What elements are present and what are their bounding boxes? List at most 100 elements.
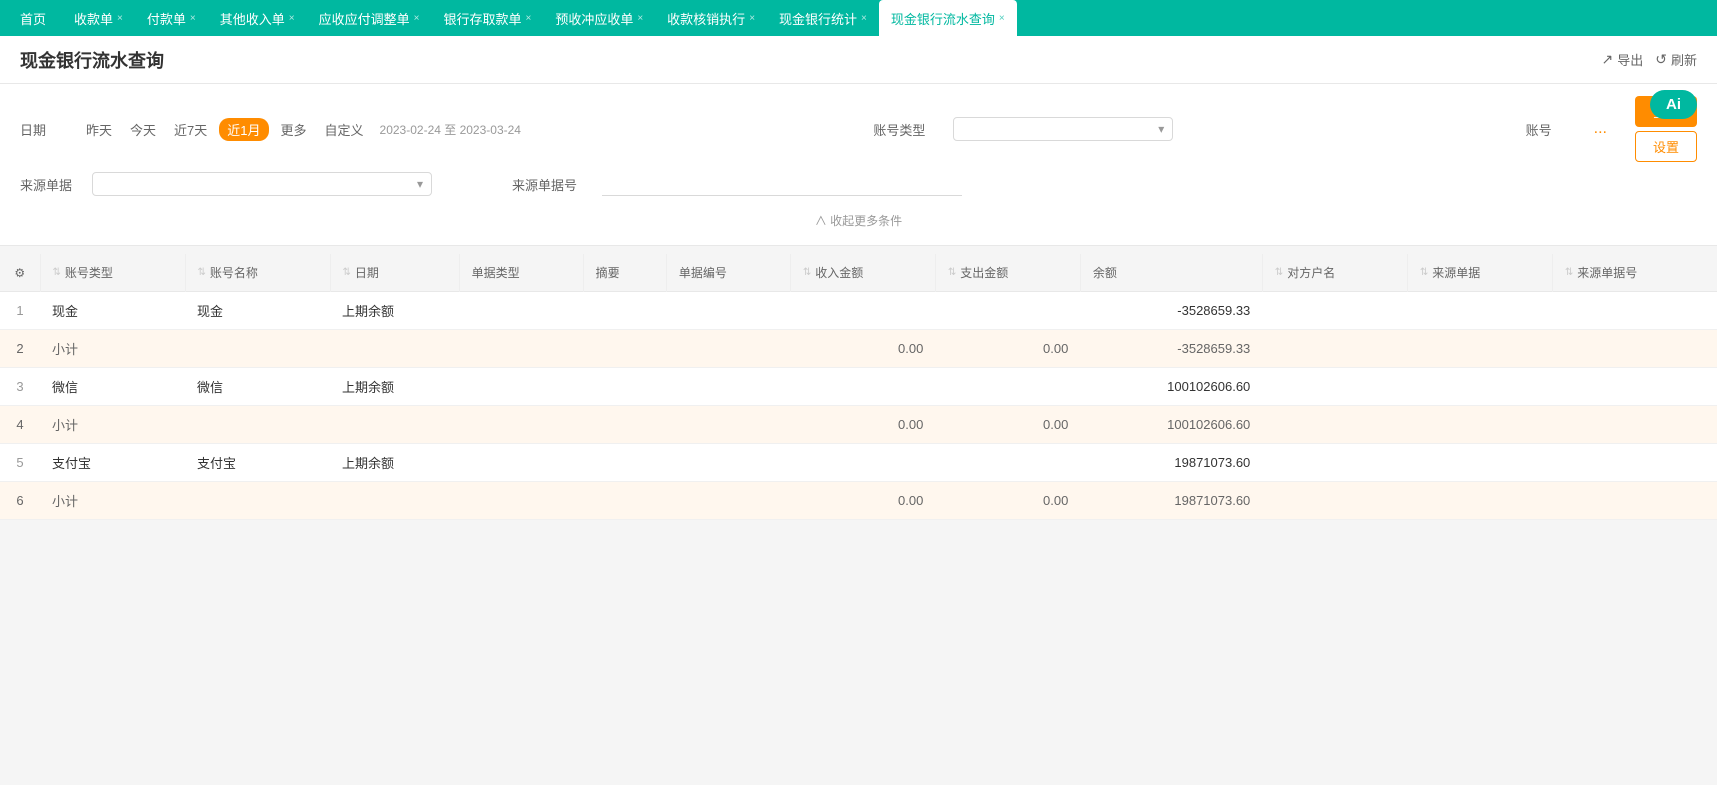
sort-icon-4: ⇅ <box>803 267 811 278</box>
th-source-doc-no[interactable]: ⇅来源单据号 <box>1552 254 1717 292</box>
nav-item-ar-ap-adjust[interactable]: 应收应付调整单 × <box>307 0 432 36</box>
table-cell: 支付宝 <box>40 444 185 482</box>
table-cell: 0.00 <box>790 330 935 368</box>
nav-item-home[interactable]: 首页 <box>4 0 62 36</box>
table-row[interactable]: 2小计0.000.00-3528659.33 <box>0 330 1717 368</box>
nav-close-receipt[interactable]: × <box>117 13 123 24</box>
nav-close-payment[interactable]: × <box>190 13 196 24</box>
th-doc-type: 单据类型 <box>459 254 583 292</box>
table-cell <box>1552 292 1717 330</box>
top-navigation: 首页 收款单 × 付款单 × 其他收入单 × 应收应付调整单 × 银行存取款单 … <box>0 0 1717 36</box>
nav-close-prepay[interactable]: × <box>637 13 643 24</box>
filter-area: 日期 昨天 今天 近7天 近1月 更多 自定义 2023-02-24 至 202… <box>0 84 1717 246</box>
nav-close-cash-flow[interactable]: × <box>999 13 1005 24</box>
nav-item-payment[interactable]: 付款单 × <box>135 0 208 36</box>
table-cell <box>935 368 1080 406</box>
table-cell <box>666 368 790 406</box>
table-cell: 5 <box>0 444 40 482</box>
date-btn-today[interactable]: 今天 <box>124 118 162 141</box>
date-btn-7days[interactable]: 近7天 <box>168 118 213 141</box>
export-button[interactable]: ↗ 导出 <box>1602 50 1644 69</box>
date-btn-yesterday[interactable]: 昨天 <box>80 118 118 141</box>
table-cell <box>583 330 666 368</box>
nav-label-write-off: 收款核销执行 <box>667 9 745 28</box>
th-expense[interactable]: ⇅支出金额 <box>935 254 1080 292</box>
table-cell <box>1407 368 1552 406</box>
table-cell <box>1262 368 1407 406</box>
refresh-button[interactable]: ↺ 刷新 <box>1655 50 1697 69</box>
source-doc-select[interactable]: ▾ <box>92 172 432 196</box>
table-cell <box>459 406 583 444</box>
table-cell <box>1407 444 1552 482</box>
date-btn-custom[interactable]: 自定义 <box>319 118 370 141</box>
nav-item-bank-deposit[interactable]: 银行存取款单 × <box>431 0 543 36</box>
nav-label-cash-flow: 现金银行流水查询 <box>891 9 995 28</box>
nav-close-other-income[interactable]: × <box>289 13 295 24</box>
table-area: ⚙ ⇅账号类型 ⇅账号名称 ⇅日期 单据类型 摘要 单据编号 ⇅收入金额 <box>0 254 1717 520</box>
table-row[interactable]: 4小计0.000.00100102606.60 <box>0 406 1717 444</box>
table-row[interactable]: 1现金现金上期余额-3528659.33 <box>0 292 1717 330</box>
account-no-filter-label: 账号 <box>1526 120 1566 139</box>
table-cell: 100102606.60 <box>1080 406 1262 444</box>
gear-icon[interactable]: ⚙ <box>14 266 25 280</box>
nav-item-cash-flow[interactable]: 现金银行流水查询 × <box>879 0 1017 36</box>
account-type-filter-label: 账号类型 <box>873 120 933 139</box>
table-cell <box>1262 482 1407 520</box>
nav-item-prepay[interactable]: 预收冲应收单 × <box>543 0 655 36</box>
nav-item-other-income[interactable]: 其他收入单 × <box>208 0 307 36</box>
th-gear[interactable]: ⚙ <box>0 254 40 292</box>
table-cell: 小计 <box>40 482 185 520</box>
table-cell: 0.00 <box>935 406 1080 444</box>
page-title: 现金银行流水查询 <box>20 47 164 73</box>
table-cell <box>1262 330 1407 368</box>
settings-button[interactable]: 设置 <box>1635 131 1697 162</box>
nav-item-cash-stat[interactable]: 现金银行统计 × <box>767 0 879 36</box>
dots-button[interactable]: ... <box>1586 120 1615 138</box>
nav-item-write-off[interactable]: 收款核销执行 × <box>655 0 767 36</box>
nav-close-bank-deposit[interactable]: × <box>525 13 531 24</box>
sort-icon-6: ⇅ <box>1275 267 1283 278</box>
table-cell <box>583 482 666 520</box>
table-cell: 现金 <box>185 292 330 330</box>
source-doc-no-input[interactable] <box>602 172 962 196</box>
ai-assistant-badge[interactable]: Ai <box>1650 90 1697 119</box>
table-cell: 小计 <box>40 406 185 444</box>
table-cell <box>666 406 790 444</box>
nav-item-receipt[interactable]: 收款单 × <box>62 0 135 36</box>
table-cell <box>935 444 1080 482</box>
th-date[interactable]: ⇅日期 <box>330 254 459 292</box>
date-btn-1month[interactable]: 近1月 <box>219 118 268 141</box>
table-cell <box>1262 444 1407 482</box>
table-row[interactable]: 6小计0.000.0019871073.60 <box>0 482 1717 520</box>
sort-icon-7: ⇅ <box>1420 267 1428 278</box>
chevron-down-icon-2: ▾ <box>417 177 423 191</box>
th-source-doc[interactable]: ⇅来源单据 <box>1407 254 1552 292</box>
table-cell <box>666 444 790 482</box>
table-cell: 0.00 <box>790 406 935 444</box>
table-cell <box>1262 406 1407 444</box>
table-cell: -3528659.33 <box>1080 330 1262 368</box>
th-income[interactable]: ⇅收入金额 <box>790 254 935 292</box>
th-balance: 余额 <box>1080 254 1262 292</box>
table-cell <box>790 444 935 482</box>
nav-label-payment: 付款单 <box>147 9 186 28</box>
table-row[interactable]: 3微信微信上期余额100102606.60 <box>0 368 1717 406</box>
nav-close-cash-stat[interactable]: × <box>861 13 867 24</box>
table-row[interactable]: 5支付宝支付宝上期余额19871073.60 <box>0 444 1717 482</box>
source-doc-no-label: 来源单据号 <box>512 175 582 194</box>
account-type-select[interactable]: ▾ <box>953 117 1173 141</box>
export-label: 导出 <box>1617 50 1643 69</box>
collapse-bar[interactable]: ∧ 收起更多条件 <box>20 206 1697 233</box>
th-account-name[interactable]: ⇅账号名称 <box>185 254 330 292</box>
table-cell: 2 <box>0 330 40 368</box>
date-btn-more[interactable]: 更多 <box>275 118 313 141</box>
nav-close-write-off[interactable]: × <box>749 13 755 24</box>
th-account-type[interactable]: ⇅账号类型 <box>40 254 185 292</box>
th-counter-name[interactable]: ⇅对方户名 <box>1262 254 1407 292</box>
sort-icon-2: ⇅ <box>198 267 206 278</box>
nav-close-ar-ap-adjust[interactable]: × <box>414 13 420 24</box>
table-cell <box>459 482 583 520</box>
table-cell: 19871073.60 <box>1080 444 1262 482</box>
header-actions: ↗ 导出 ↺ 刷新 <box>1602 50 1698 69</box>
table-cell <box>583 444 666 482</box>
